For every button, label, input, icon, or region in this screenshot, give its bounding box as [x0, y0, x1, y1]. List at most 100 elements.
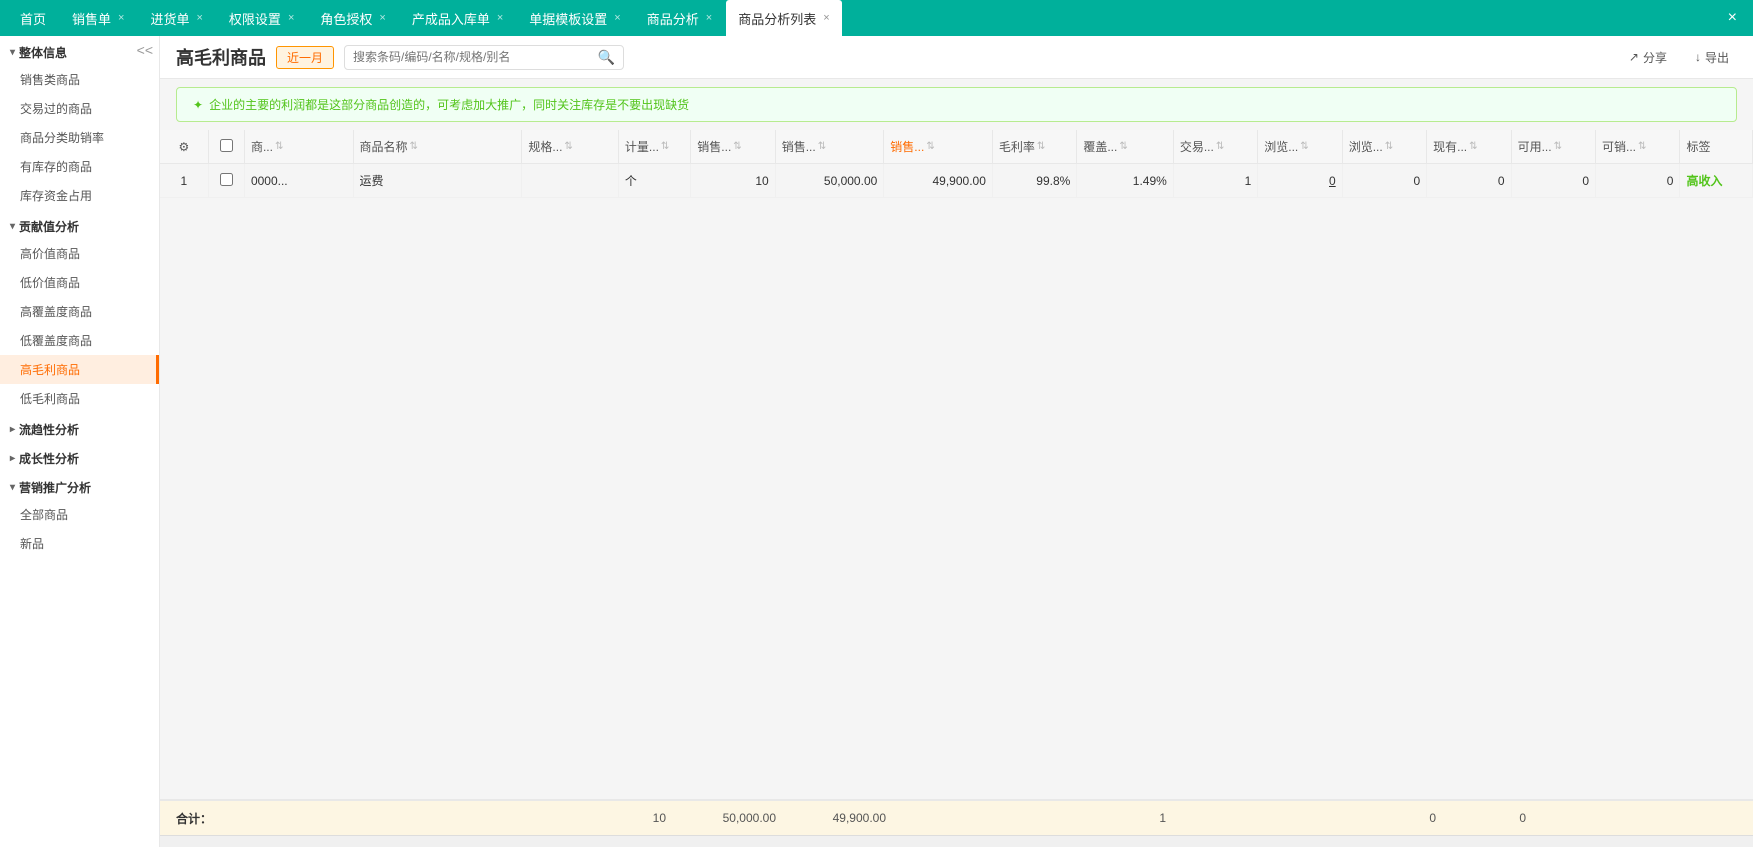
bottom-scrollbar[interactable]	[160, 835, 1753, 847]
nav-item-analysis-list[interactable]: 商品分析列表 ×	[726, 0, 841, 36]
marketing-section-label: 营销推广分析	[19, 479, 91, 496]
sidebar-item-traded-goods[interactable]: 交易过的商品	[0, 94, 159, 123]
nav-close-storage[interactable]: ×	[497, 12, 503, 24]
th-spec[interactable]: 规格... ⇅	[522, 130, 619, 164]
table-container: ⚙ 商... ⇅ 商品名称	[160, 130, 1753, 799]
nav-close-template[interactable]: ×	[614, 12, 620, 24]
cell-trade: 1	[1173, 164, 1257, 198]
search-icon[interactable]: 🔍	[598, 49, 615, 66]
nav-item-template[interactable]: 单据模板设置 ×	[517, 0, 632, 36]
nav-close-analysis-list[interactable]: ×	[823, 12, 829, 24]
contribution-arrow: ▾	[10, 221, 15, 232]
total-sales3: 49,900.00	[796, 811, 886, 825]
table-header-row: ⚙ 商... ⇅ 商品名称	[160, 130, 1753, 164]
data-table: ⚙ 商... ⇅ 商品名称	[160, 130, 1753, 198]
th-code[interactable]: 商... ⇅	[244, 130, 353, 164]
sidebar-section-overall[interactable]: ▾ 整体信息	[0, 36, 159, 65]
th-gross-rate[interactable]: 毛利率 ⇅	[992, 130, 1076, 164]
th-settings[interactable]: ⚙	[160, 130, 208, 164]
cell-browse2: 0	[1342, 164, 1426, 198]
sort-gross-icon: ⇅	[1037, 141, 1045, 152]
sidebar-item-low-gross[interactable]: 低毛利商品	[0, 384, 159, 413]
sidebar-item-capital[interactable]: 库存资金占用	[0, 181, 159, 210]
total-stock2: 0	[1456, 811, 1526, 825]
sidebar-section-marketing[interactable]: ▾ 营销推广分析	[0, 471, 159, 500]
sort-stock2-icon: ⇅	[1554, 141, 1562, 152]
nav-close-role[interactable]: ×	[379, 12, 385, 24]
th-trade[interactable]: 交易... ⇅	[1173, 130, 1257, 164]
sort-browse2-icon: ⇅	[1385, 141, 1393, 152]
total-stock1: 0	[1366, 811, 1436, 825]
growth-section-label: 成长性分析	[19, 450, 79, 467]
share-button[interactable]: ↗ 分享	[1621, 45, 1675, 70]
sidebar-item-sales-goods[interactable]: 销售类商品	[0, 65, 159, 94]
th-stock2[interactable]: 可用... ⇅	[1511, 130, 1595, 164]
page-title: 高毛利商品	[176, 44, 266, 70]
sidebar-section-flow[interactable]: ▸ 流趋性分析	[0, 413, 159, 442]
table-body: 1 0000... 运费 个 10 50,000.00 49,900.00 99…	[160, 164, 1753, 198]
nav-item-home[interactable]: 首页	[8, 0, 58, 36]
sidebar-item-low-value[interactable]: 低价值商品	[0, 268, 159, 297]
th-name[interactable]: 商品名称 ⇅	[353, 130, 522, 164]
th-sales1[interactable]: 销售... ⇅	[691, 130, 775, 164]
th-unit[interactable]: 计量... ⇅	[618, 130, 690, 164]
export-button[interactable]: ↓ 导出	[1687, 45, 1737, 70]
sort-sellable-icon: ⇅	[1638, 141, 1646, 152]
th-sales2[interactable]: 销售... ⇅	[775, 130, 884, 164]
select-all-checkbox[interactable]	[220, 139, 233, 152]
sort-name-icon: ⇅	[410, 141, 418, 152]
main-layout: << ▾ 整体信息 销售类商品 交易过的商品 商品分类助销率 有库存的商品 库存…	[0, 36, 1753, 847]
cell-name: 运费	[353, 164, 522, 198]
nav-close-sales[interactable]: ×	[118, 12, 124, 24]
nav-item-purchase[interactable]: 进货单 ×	[138, 0, 214, 36]
time-filter-button[interactable]: 近一月	[276, 46, 334, 69]
sidebar-section-growth[interactable]: ▸ 成长性分析	[0, 442, 159, 471]
nav-close-purchase[interactable]: ×	[196, 12, 202, 24]
settings-icon: ⚙	[178, 140, 189, 154]
close-all-tabs[interactable]: ×	[1720, 5, 1745, 31]
th-tag[interactable]: 标签	[1680, 130, 1753, 164]
th-sales3[interactable]: 销售... ⇅	[884, 130, 993, 164]
contribution-section-label: 贡献值分析	[19, 218, 79, 235]
th-coverage[interactable]: 覆盖... ⇅	[1077, 130, 1174, 164]
cell-check[interactable]	[208, 164, 244, 198]
nav-close-analysis[interactable]: ×	[706, 12, 712, 24]
sidebar-item-high-gross[interactable]: 高毛利商品	[0, 355, 159, 384]
alert-text: 企业的主要的利润都是这部分商品创造的，可考虑加大推广，同时关注库存是不要出现缺货	[209, 96, 689, 113]
sort-sales3-icon: ⇅	[926, 141, 934, 152]
cell-spec	[522, 164, 619, 198]
total-trade: 1	[1096, 811, 1166, 825]
nav-close-permission[interactable]: ×	[288, 12, 294, 24]
th-browse2[interactable]: 浏览... ⇅	[1342, 130, 1426, 164]
sidebar-item-high-value[interactable]: 高价值商品	[0, 239, 159, 268]
sort-stock1-icon: ⇅	[1469, 141, 1477, 152]
nav-item-role[interactable]: 角色授权 ×	[308, 0, 397, 36]
row-checkbox[interactable]	[220, 173, 233, 186]
th-browse1[interactable]: 浏览... ⇅	[1258, 130, 1342, 164]
sidebar-item-in-stock[interactable]: 有库存的商品	[0, 152, 159, 181]
sidebar-collapse-button[interactable]: <<	[137, 42, 153, 58]
sort-browse1-icon: ⇅	[1300, 141, 1308, 152]
th-stock1[interactable]: 现有... ⇅	[1427, 130, 1511, 164]
browse1-link[interactable]: 0	[1329, 174, 1336, 188]
nav-item-storage[interactable]: 产成品入库单 ×	[400, 0, 515, 36]
search-input[interactable]	[353, 50, 598, 64]
sidebar-item-category-rate[interactable]: 商品分类助销率	[0, 123, 159, 152]
nav-item-sales[interactable]: 销售单 ×	[60, 0, 136, 36]
sidebar-item-high-coverage[interactable]: 高覆盖度商品	[0, 297, 159, 326]
overall-section-label: 整体信息	[19, 44, 67, 61]
cell-unit: 个	[618, 164, 690, 198]
nav-item-analysis[interactable]: 商品分析 ×	[635, 0, 724, 36]
sidebar-item-new-goods[interactable]: 新品	[0, 529, 159, 558]
footer-total: 合计： 10 50,000.00 49,900.00 1 0 0	[160, 799, 1753, 835]
sidebar-item-all-goods[interactable]: 全部商品	[0, 500, 159, 529]
th-checkbox[interactable]	[208, 130, 244, 164]
content-area: 高毛利商品 近一月 🔍 ↗ 分享 ↓ 导出 ✦ 企业的主要的利润都是这部分商品创…	[160, 36, 1753, 847]
sidebar-section-contribution[interactable]: ▾ 贡献值分析	[0, 210, 159, 239]
nav-item-permission[interactable]: 权限设置 ×	[217, 0, 306, 36]
cell-code: 0000...	[244, 164, 353, 198]
th-sellable[interactable]: 可销... ⇅	[1596, 130, 1680, 164]
cell-sellable: 0	[1596, 164, 1680, 198]
sidebar: << ▾ 整体信息 销售类商品 交易过的商品 商品分类助销率 有库存的商品 库存…	[0, 36, 160, 847]
sidebar-item-low-coverage[interactable]: 低覆盖度商品	[0, 326, 159, 355]
